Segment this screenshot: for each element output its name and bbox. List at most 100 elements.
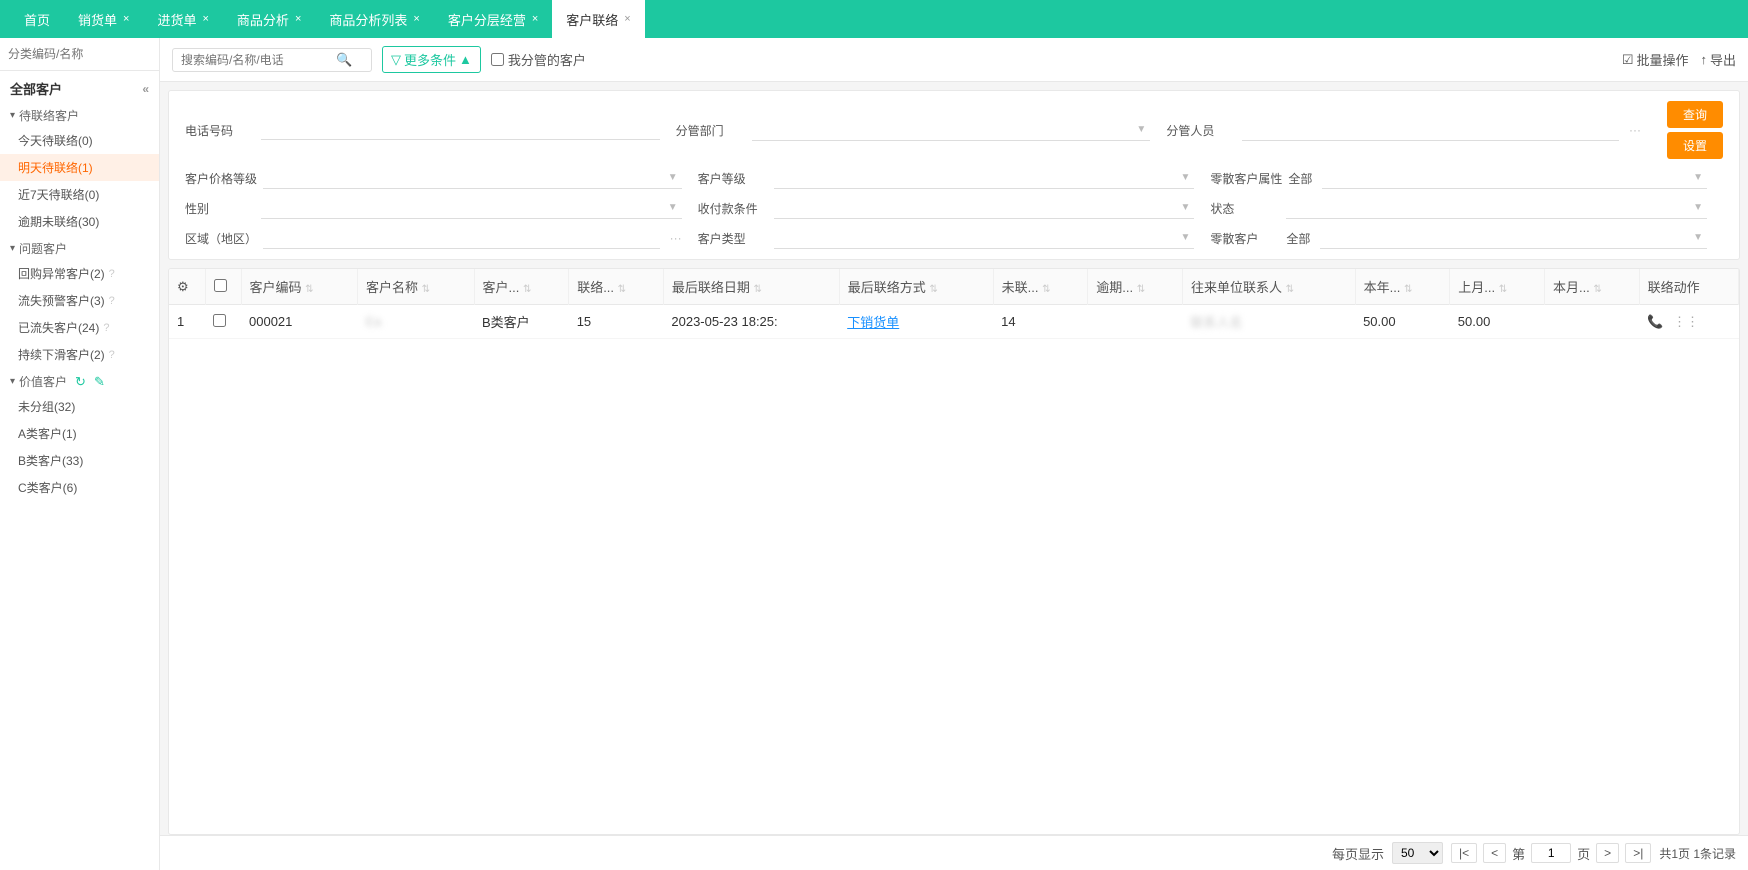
filter-customer-level-select[interactable]: ▼ — [774, 167, 1195, 189]
filter-status: 状态 ▼ — [1210, 197, 1723, 219]
filter-status-select[interactable]: ▼ — [1286, 197, 1707, 219]
nav-close-customer-stratification[interactable]: × — [532, 13, 538, 25]
page-next-button[interactable]: > — [1596, 843, 1619, 863]
batch-op-check-icon: ☑ — [1622, 52, 1634, 68]
sort-icon-contact: ⇅ — [618, 284, 626, 295]
sidebar-item-overdue-contact[interactable]: 逾期未联络(30) — [0, 208, 159, 235]
page-prev-button[interactable]: < — [1483, 843, 1506, 863]
col-settings[interactable]: ⚙ — [169, 269, 205, 305]
area-ellipsis-button[interactable]: ··· — [670, 231, 682, 245]
toolbar: 🔍 ▽ 更多条件 ▲ 我分管的客户 ☑ 批量操作 ↑ 导出 — [160, 38, 1748, 82]
cell-checkbox[interactable] — [205, 305, 241, 339]
sidebar-group-pending[interactable]: 待联络客户 — [0, 102, 159, 127]
sidebar-item-ungrouped[interactable]: 未分组(32) — [0, 393, 159, 420]
page-label: 第 — [1512, 844, 1525, 863]
nav-customer-stratification[interactable]: 客户分层经营 × — [434, 0, 552, 38]
data-table-area: ⚙ 客户编码 ⇅ 客户名称 ⇅ 客户... ⇅ 联络... ⇅ 最后联络日期 ⇅… — [168, 268, 1740, 835]
sidebar-group-value[interactable]: 价值客户 ↻ ✎ — [0, 368, 159, 393]
filter-person-select[interactable] — [1242, 119, 1619, 141]
select-all-checkbox[interactable] — [214, 279, 227, 292]
action-more-icon[interactable]: ⋮⋮ — [1673, 314, 1699, 329]
sidebar-item-c-class[interactable]: C类客户(6) — [0, 474, 159, 501]
sidebar-item-7days-pending[interactable]: 近7天待联络(0) — [0, 181, 159, 208]
filter-retail-customer: 零散客户 全部 ▼ — [1210, 227, 1723, 249]
col-checkbox[interactable] — [205, 269, 241, 305]
sidebar-item-repurchase-abnormal[interactable]: 回购异常客户(2) ? — [0, 260, 159, 287]
toolbar-right: ☑ 批量操作 ↑ 导出 — [1622, 50, 1736, 69]
filter-retail-attr-select[interactable]: ▼ — [1322, 167, 1707, 189]
filter-area-select[interactable] — [263, 227, 660, 249]
filter-phone-input[interactable] — [261, 121, 660, 140]
my-customers-checkbox[interactable] — [491, 53, 504, 66]
filter-row-4: 区域（地区） ··· 客户类型 ▼ 零散客户 全部 — [185, 227, 1723, 249]
my-customers-checkbox-label[interactable]: 我分管的客户 — [491, 50, 586, 69]
nav-close-product-analysis-list[interactable]: × — [413, 13, 419, 25]
sidebar-group-problem[interactable]: 问题客户 — [0, 235, 159, 260]
last-method-link[interactable]: 下销货单 — [847, 315, 899, 330]
filter-panel: 电话号码 分管部门 ▼ 分管人员 ··· — [168, 90, 1740, 260]
nav-close-purchase-order[interactable]: × — [202, 13, 208, 25]
sidebar-item-declining[interactable]: 持续下滑客户(2) ? — [0, 341, 159, 368]
nav-customer-contact[interactable]: 客户联络 × — [552, 0, 644, 38]
filter-retail-customer-select[interactable]: ▼ — [1320, 227, 1707, 249]
sidebar-item-churned[interactable]: 已流失客户(24) ? — [0, 314, 159, 341]
filter-area: 区域（地区） ··· — [185, 227, 698, 249]
sidebar-search-input[interactable] — [8, 47, 160, 61]
nav-product-analysis[interactable]: 商品分析 × — [223, 0, 315, 38]
filter-dept-select[interactable]: ▼ — [752, 119, 1151, 141]
col-customer-type: 客户... ⇅ — [474, 269, 569, 305]
search-icon[interactable]: 🔍 — [336, 52, 352, 68]
sidebar: 🔍 全部客户 « 待联络客户 今天待联络(0) 明天待联络(1) 近7天待联络(… — [0, 38, 160, 870]
page-first-button[interactable]: |< — [1451, 843, 1477, 863]
sidebar-item-today-pending[interactable]: 今天待联络(0) — [0, 127, 159, 154]
filter-customer-type-select[interactable]: ▼ — [774, 227, 1195, 249]
nav-close-sales-order[interactable]: × — [123, 13, 129, 25]
page-number-input[interactable] — [1531, 843, 1571, 863]
col-customer-code: 客户编码 ⇅ — [241, 269, 358, 305]
export-button[interactable]: ↑ 导出 — [1700, 50, 1736, 69]
gender-dropdown-icon: ▼ — [668, 202, 678, 213]
sort-icon-year: ⇅ — [1404, 284, 1412, 295]
cell-last-method[interactable]: 下销货单 — [839, 305, 993, 339]
filter-row-3: 性别 ▼ 收付款条件 ▼ 状态 — [185, 197, 1723, 219]
search-input[interactable] — [181, 53, 331, 67]
cell-name[interactable]: Ea — [358, 305, 475, 339]
value-group-refresh-icon[interactable]: ↻ — [75, 374, 86, 390]
collapse-icon[interactable]: « — [142, 82, 149, 96]
nav-home[interactable]: 首页 — [10, 0, 64, 38]
nav-sales-order[interactable]: 销货单 × — [64, 0, 143, 38]
settings-button[interactable]: 设置 — [1667, 132, 1723, 159]
query-button[interactable]: 查询 — [1667, 101, 1723, 128]
person-ellipsis-button[interactable]: ··· — [1629, 123, 1641, 137]
col-uncontacted: 未联... ⇅ — [993, 269, 1088, 305]
cell-contact-person: 联系人名 — [1182, 305, 1355, 339]
per-page-select[interactable]: 50 100 200 — [1392, 842, 1443, 864]
filter-actions: 查询 设置 — [1667, 101, 1723, 159]
search-box: 🔍 — [172, 48, 372, 72]
cell-last-date: 2023-05-23 18:25: — [663, 305, 839, 339]
sidebar-item-a-class[interactable]: A类客户(1) — [0, 420, 159, 447]
nav-close-customer-contact[interactable]: × — [624, 13, 630, 25]
filter-payment-select[interactable]: ▼ — [774, 197, 1195, 219]
nav-purchase-order[interactable]: 进货单 × — [143, 0, 222, 38]
sort-icon-date: ⇅ — [754, 284, 762, 295]
batch-operation-button[interactable]: ☑ 批量操作 — [1622, 50, 1689, 69]
cell-this-month — [1544, 305, 1639, 339]
sidebar-item-churn-warning[interactable]: 流失预警客户(3) ? — [0, 287, 159, 314]
price-level-dropdown-icon: ▼ — [668, 172, 678, 183]
action-phone-icon[interactable]: 📞 — [1647, 314, 1663, 329]
sidebar-item-tomorrow-pending[interactable]: 明天待联络(1) — [0, 154, 159, 181]
sort-icon-person: ⇅ — [1286, 284, 1294, 295]
filter-gender-select[interactable]: ▼ — [261, 197, 682, 219]
value-group-edit-icon[interactable]: ✎ — [94, 374, 105, 390]
row-checkbox[interactable] — [213, 314, 226, 327]
filter-phone: 电话号码 — [185, 121, 676, 140]
page-last-button[interactable]: >| — [1625, 843, 1651, 863]
filter-payment: 收付款条件 ▼ — [698, 197, 1211, 219]
more-filter-button[interactable]: ▽ 更多条件 ▲ — [382, 46, 481, 73]
filter-price-level-select[interactable]: ▼ — [263, 167, 682, 189]
filter-gender: 性别 ▼ — [185, 197, 698, 219]
nav-close-product-analysis[interactable]: × — [295, 13, 301, 25]
nav-product-analysis-list[interactable]: 商品分析列表 × — [315, 0, 433, 38]
sidebar-item-b-class[interactable]: B类客户(33) — [0, 447, 159, 474]
